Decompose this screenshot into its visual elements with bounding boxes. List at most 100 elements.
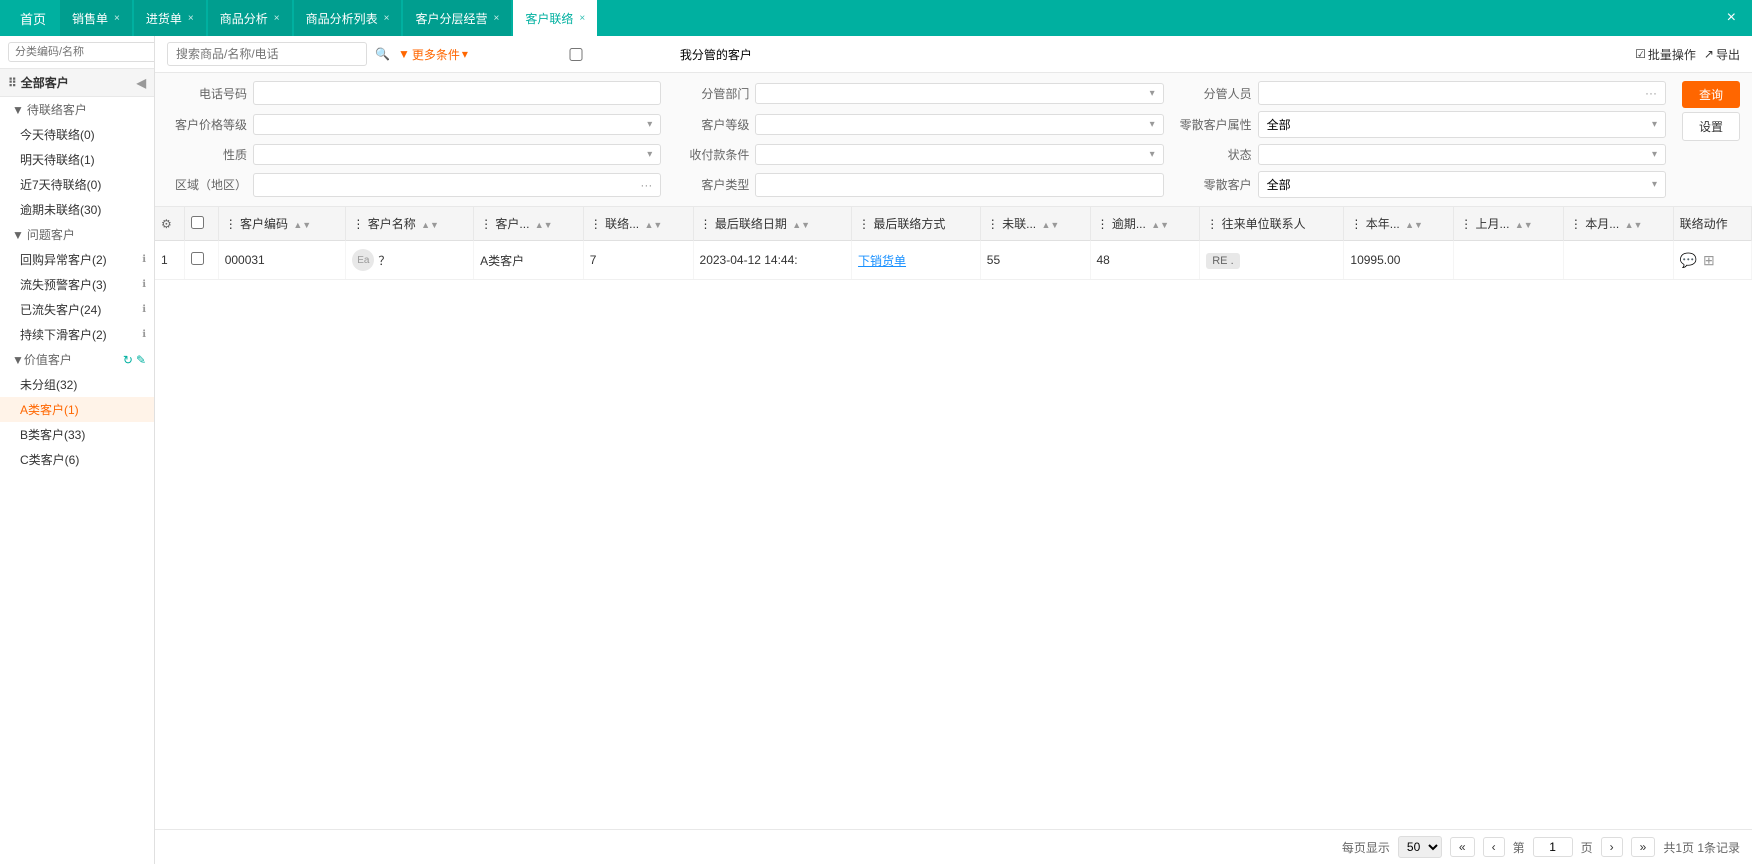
close-purchase-tab[interactable]: × bbox=[188, 13, 194, 24]
page-input[interactable] bbox=[1533, 837, 1573, 857]
next-page-btn[interactable]: › bbox=[1601, 837, 1623, 857]
this-year-sort-icon: ▲▼ bbox=[1405, 220, 1423, 230]
type-sort-icon: ▲▼ bbox=[535, 220, 553, 230]
manager-select-dots-icon: ··· bbox=[1645, 86, 1657, 100]
row-last-date: 2023-04-12 14:44: bbox=[693, 241, 851, 280]
tab-purchase[interactable]: 进货单 × bbox=[134, 0, 206, 36]
filter-status: 状态 ▾ bbox=[1172, 144, 1666, 165]
close-customer-tier-tab[interactable]: × bbox=[493, 13, 499, 24]
overdue-sort-icon: ▲▼ bbox=[1151, 220, 1169, 230]
refresh-icon[interactable]: ↻ bbox=[123, 353, 133, 367]
row-name: Ea ？ bbox=[346, 241, 474, 280]
group-value-customers[interactable]: ▼ 价值客户 ↻ ✎ bbox=[0, 347, 154, 372]
all-customers-header[interactable]: ⠿ 全部客户 ◀ bbox=[0, 69, 154, 97]
filter-nature-label: 性质 bbox=[167, 146, 247, 163]
sidebar-item-repurchase-abnormal[interactable]: 回购异常客户(2) ℹ bbox=[0, 247, 154, 272]
filter-manager-select[interactable]: ··· bbox=[1258, 81, 1666, 105]
sidebar-item-tomorrow-contact[interactable]: 明天待联络(1) bbox=[0, 147, 154, 172]
col-last-method: ⋮ 最后联络方式 bbox=[852, 207, 981, 241]
sidebar-item-today-contact[interactable]: 今天待联络(0) bbox=[0, 122, 154, 147]
customer-level-arrow-icon: ▾ bbox=[1150, 119, 1155, 130]
per-page-select[interactable]: 50 bbox=[1398, 836, 1442, 858]
sidebar-search-input[interactable] bbox=[8, 42, 155, 62]
close-product-analysis-list-tab[interactable]: × bbox=[384, 13, 390, 24]
sidebar-item-7days-contact[interactable]: 近7天待联络(0) bbox=[0, 172, 154, 197]
tab-product-analysis[interactable]: 商品分析 × bbox=[208, 0, 292, 36]
advanced-filters: 电话号码 分管部门 ▾ 分管人员 bbox=[155, 73, 1752, 207]
qr-icon[interactable]: ⊞ bbox=[1703, 252, 1715, 269]
group-pending-contact[interactable]: ▼ 待联络客户 bbox=[0, 97, 154, 122]
sidebar-item-c-class[interactable]: C类客户(6) bbox=[0, 447, 154, 472]
my-customers-checkbox[interactable] bbox=[476, 48, 676, 61]
row-checkbox[interactable] bbox=[191, 252, 204, 265]
filter-region-select[interactable]: ··· bbox=[253, 173, 661, 197]
sidebar-item-a-class[interactable]: A类客户(1) bbox=[0, 397, 154, 422]
close-customer-contact-tab[interactable]: × bbox=[579, 13, 585, 24]
filter-row-3: 性质 ▾ 收付款条件 ▾ bbox=[167, 144, 1666, 165]
first-page-btn[interactable]: « bbox=[1450, 837, 1475, 857]
col-this-month: ⋮ 本月... ▲▼ bbox=[1563, 207, 1673, 241]
sidebar-item-overdue-contact[interactable]: 逾期未联络(30) bbox=[0, 197, 154, 222]
chat-icon[interactable]: 💬 bbox=[1680, 252, 1697, 269]
sidebar-item-declining-customers[interactable]: 持续下滑客户(2) ℹ bbox=[0, 322, 154, 347]
sidebar-item-b-class[interactable]: B类客户(33) bbox=[0, 422, 154, 447]
filter-customer-type-input[interactable] bbox=[755, 173, 1163, 197]
tab-product-analysis-list[interactable]: 商品分析列表 × bbox=[294, 0, 402, 36]
name-sort-icon: ▲▼ bbox=[421, 220, 439, 230]
filter-phone-input[interactable] bbox=[253, 81, 661, 105]
group-problem-customers[interactable]: ▼ 问题客户 bbox=[0, 222, 154, 247]
tab-customer-contact[interactable]: 客户联络 × bbox=[513, 0, 597, 36]
filter-payment-select[interactable]: ▾ bbox=[755, 144, 1163, 165]
sidebar-item-lost-customers[interactable]: 已流失客户(24) ℹ bbox=[0, 297, 154, 322]
edit-group-icon[interactable]: ✎ bbox=[136, 353, 146, 367]
col-settings: ⚙ bbox=[155, 207, 185, 241]
filter-retail-attr-select[interactable]: 全部 ▾ bbox=[1258, 111, 1666, 138]
search-button-icon[interactable]: 🔍 bbox=[375, 47, 390, 61]
sidebar-item-unclassified[interactable]: 未分组(32) bbox=[0, 372, 154, 397]
col-contact: ⋮ 联络... ▲▼ bbox=[583, 207, 693, 241]
customer-table: ⚙ ⋮ 客户编码 ▲▼ ⋮ 客户名称 ▲▼ bbox=[155, 207, 1752, 280]
query-button[interactable]: 查询 bbox=[1682, 81, 1740, 108]
filter-price-level-select[interactable]: ▾ bbox=[253, 114, 661, 135]
close-window-btn[interactable]: × bbox=[1719, 9, 1744, 27]
filter-retail-customer-select[interactable]: 全部 ▾ bbox=[1258, 171, 1666, 198]
filter-dept: 分管部门 ▾ bbox=[669, 83, 1163, 104]
filter-dept-select[interactable]: ▾ bbox=[755, 83, 1163, 104]
close-sales-tab[interactable]: × bbox=[114, 13, 120, 24]
info-icon-3: ℹ bbox=[142, 304, 146, 315]
search-input[interactable] bbox=[167, 42, 367, 66]
total-label: 共1页 1条记录 bbox=[1663, 839, 1740, 856]
tab-sales[interactable]: 销售单 × bbox=[60, 0, 132, 36]
sidebar-item-churn-warning[interactable]: 流失预警客户(3) ℹ bbox=[0, 272, 154, 297]
tab-customer-tier[interactable]: 客户分层经营 × bbox=[403, 0, 511, 36]
filter-customer-level-select[interactable]: ▾ bbox=[755, 114, 1163, 135]
filter-row-4: 区域（地区） ··· 客户类型 零散客户 bbox=[167, 171, 1666, 198]
status-arrow-icon: ▾ bbox=[1652, 149, 1657, 160]
sidebar: 🔍 ⠿ 全部客户 ◀ ▼ 待联络客户 今天待联络(0) 明天待联络(1) 近7天… bbox=[0, 36, 155, 864]
prev-page-btn[interactable]: ‹ bbox=[1483, 837, 1505, 857]
home-tab[interactable]: 首页 bbox=[8, 0, 58, 36]
region-dots-icon: ··· bbox=[640, 178, 652, 192]
last-method-link[interactable]: 下销货单 bbox=[858, 254, 906, 268]
export-btn[interactable]: ↗ 导出 bbox=[1704, 46, 1740, 63]
select-all-checkbox[interactable] bbox=[191, 216, 204, 229]
row-unit-contact: RE . bbox=[1200, 241, 1344, 280]
table-settings-icon[interactable]: ⚙ bbox=[161, 217, 172, 231]
close-product-analysis-tab[interactable]: × bbox=[274, 13, 280, 24]
more-filters-btn[interactable]: ▼ 更多条件 ▾ bbox=[398, 46, 468, 63]
last-page-btn[interactable]: » bbox=[1631, 837, 1656, 857]
nature-arrow-icon: ▾ bbox=[647, 149, 652, 160]
batch-op-btn[interactable]: ☑ 批量操作 bbox=[1635, 46, 1696, 63]
page-unit: 页 bbox=[1581, 839, 1593, 856]
filter-toolbar: 🔍 ▼ 更多条件 ▾ 我分管的客户 ☑ 批量操作 ↗ 导出 bbox=[155, 36, 1752, 73]
filter-nature-select[interactable]: ▾ bbox=[253, 144, 661, 165]
filter-region: 区域（地区） ··· bbox=[167, 173, 661, 197]
filter-status-select[interactable]: ▾ bbox=[1258, 144, 1666, 165]
code-sort-icon: ▲▼ bbox=[293, 220, 311, 230]
my-customers-checkbox-label[interactable]: 我分管的客户 bbox=[476, 46, 752, 63]
settings-button[interactable]: 设置 bbox=[1682, 112, 1740, 141]
expand-triangle-3-icon: ▼ bbox=[12, 353, 24, 367]
col-no-contact: ⋮ 未联... ▲▼ bbox=[980, 207, 1090, 241]
toolbar-right: ☑ 批量操作 ↗ 导出 bbox=[1635, 46, 1740, 63]
collapse-all-icon[interactable]: ◀ bbox=[137, 76, 146, 90]
